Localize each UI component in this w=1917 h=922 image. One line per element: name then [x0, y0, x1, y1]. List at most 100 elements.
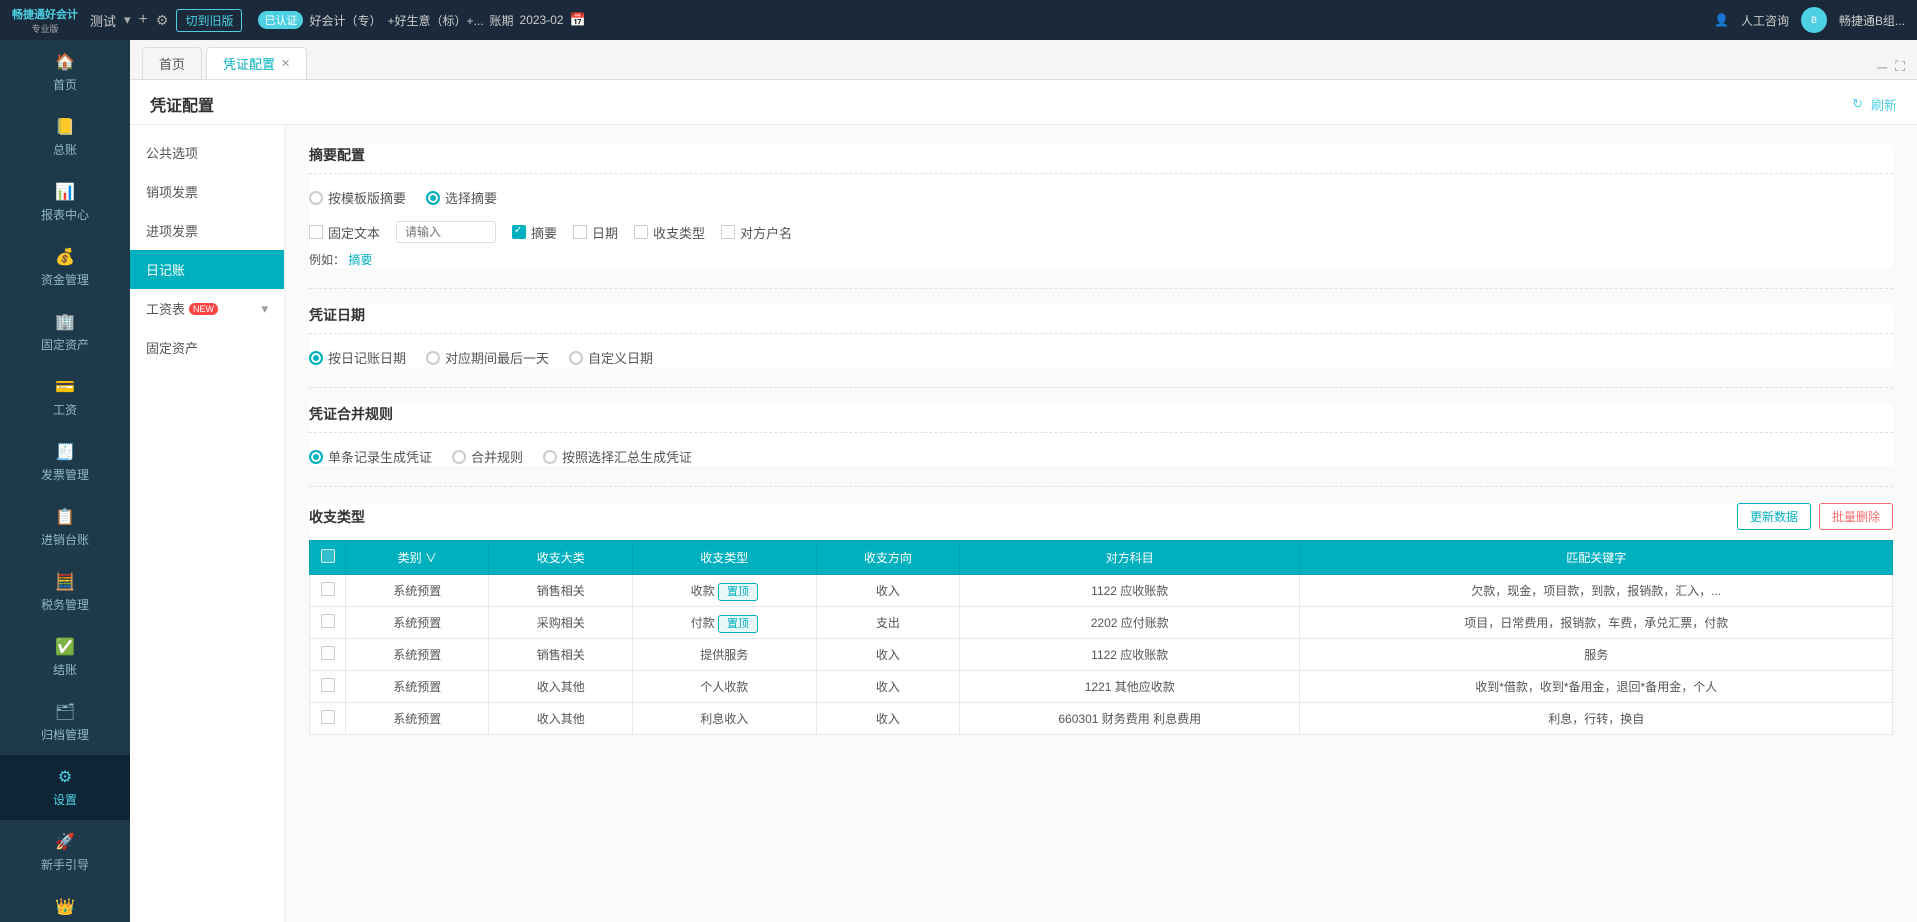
tab-voucher-config[interactable]: 凭证配置 ✕: [206, 47, 307, 79]
radio-template-dot: [309, 191, 323, 205]
tab-voucher-config-label: 凭证配置: [223, 54, 275, 73]
summary-checkbox[interactable]: 摘要: [512, 223, 557, 242]
update-data-button[interactable]: 更新数据: [1737, 503, 1811, 530]
th-category: 类别 ∨: [346, 541, 489, 575]
td-account-3: 1221 其他应收款: [960, 671, 1300, 703]
date-checkbox[interactable]: 日期: [573, 223, 618, 242]
date-radio-lastday[interactable]: 对应期间最后一天: [426, 348, 549, 367]
td-checkbox-1[interactable]: [310, 607, 346, 639]
tab-bar: 首页 凭证配置 ✕ ─ ⛶: [130, 40, 1917, 80]
left-nav-item-journal[interactable]: 日记账: [130, 250, 284, 289]
left-nav-label-payroll: 工资表 NEW: [146, 299, 218, 318]
merge-radio-summary-label: 按照选择汇总生成凭证: [562, 447, 692, 466]
left-nav-label-purchase-invoice: 进项发票: [146, 221, 198, 240]
date-radio-journal[interactable]: 按日记账日期: [309, 348, 406, 367]
refresh-label: 刷新: [1871, 95, 1897, 114]
td-direction-4: 收入: [816, 703, 959, 735]
left-nav-item-sales-invoice[interactable]: 销项发票: [130, 172, 284, 211]
sidebar-item-settle[interactable]: ✅ 结账: [0, 625, 130, 690]
sidebar-item-home[interactable]: 🏠 首页: [0, 40, 130, 105]
left-nav-item-payroll[interactable]: 工资表 NEW ▾: [130, 289, 284, 328]
refresh-action[interactable]: ↻ 刷新: [1852, 95, 1897, 114]
td-major-4: 收入其他: [489, 703, 632, 735]
maximize-icon[interactable]: ⛶: [1895, 58, 1905, 75]
batch-delete-button[interactable]: 批量删除: [1819, 503, 1893, 530]
sidebar-item-tax[interactable]: 🧮 税务管理: [0, 560, 130, 625]
td-account-1: 2202 应付账款: [960, 607, 1300, 639]
settle-icon: ✅: [55, 637, 75, 657]
radio-template-label: 按模板版摘要: [328, 188, 406, 207]
td-category-0: 系统预置: [346, 575, 489, 607]
archive-icon: 🗂: [55, 702, 75, 722]
settings-icon: ⚙: [58, 767, 72, 787]
sidebar-item-funds[interactable]: 💰 资金管理: [0, 235, 130, 300]
td-checkbox-4[interactable]: [310, 703, 346, 735]
minimize-icon[interactable]: ─: [1877, 59, 1887, 75]
sidebar-item-invoice[interactable]: 🧾 发票管理: [0, 430, 130, 495]
sidebar-item-settings[interactable]: ⚙ 设置: [0, 755, 130, 820]
td-checkbox-0[interactable]: [310, 575, 346, 607]
sidebar-item-guide[interactable]: 🚀 新手引导: [0, 820, 130, 885]
sidebar-label-settings: 设置: [53, 791, 77, 808]
dropdown-arrow-icon[interactable]: ▾: [124, 12, 131, 28]
summary-radio-template[interactable]: 按模板版摘要: [309, 188, 406, 207]
gear-icon[interactable]: ⚙: [156, 12, 169, 29]
sidebar-item-reports[interactable]: 📊 报表中心: [0, 170, 130, 235]
period-value: 2023-02: [520, 13, 564, 27]
td-checkbox-3[interactable]: [310, 671, 346, 703]
th-checkbox[interactable]: [310, 541, 346, 575]
avatar[interactable]: B: [1801, 7, 1827, 33]
td-category-1: 系统预置: [346, 607, 489, 639]
merge-radio-merge[interactable]: 合并规则: [452, 447, 523, 466]
date-radio-custom[interactable]: 自定义日期: [569, 348, 653, 367]
td-keywords-0: 欠款，现金，项目款，到款，报销款，汇入，...: [1300, 575, 1893, 607]
sidebar-label-invoice: 发票管理: [41, 466, 89, 483]
sidebar-item-assets[interactable]: 🏢 固定资产: [0, 300, 130, 365]
sidebar-label-home: 首页: [53, 76, 77, 93]
merge-radio-single[interactable]: 单条记录生成凭证: [309, 447, 432, 466]
sidebar-label-archive: 归档管理: [41, 726, 89, 743]
company-logo: 畅捷通好会计 专业版: [12, 6, 78, 35]
td-direction-2: 收入: [816, 639, 959, 671]
type-tag-1[interactable]: 置顶: [718, 615, 758, 633]
left-nav-item-public[interactable]: 公共选项: [130, 133, 284, 172]
tab-close-icon[interactable]: ✕: [281, 57, 290, 70]
tab-home[interactable]: 首页: [142, 47, 202, 79]
summary-checkbox-row: 固定文本 摘要 日期 收支类型: [309, 221, 1893, 243]
top-bar-right: 👤 人工咨询 B 畅捷通B组...: [1714, 7, 1905, 33]
td-checkbox-2[interactable]: [310, 639, 346, 671]
sidebar-item-salary[interactable]: 💳 工资: [0, 365, 130, 430]
sidebar-item-member[interactable]: 👑 畅会员: [0, 885, 130, 922]
td-keywords-2: 服务: [1300, 639, 1893, 671]
purchase-icon: 📋: [55, 507, 75, 527]
td-type-3: 个人收款: [632, 671, 816, 703]
sidebar-item-purchase[interactable]: 📋 进销台账: [0, 495, 130, 560]
sidebar-item-archive[interactable]: 🗂 归档管理: [0, 690, 130, 755]
merge-radio-summary[interactable]: 按照选择汇总生成凭证: [543, 447, 692, 466]
fixed-text-checkbox[interactable]: 固定文本: [309, 223, 380, 242]
summary-radio-select[interactable]: 选择摘要: [426, 188, 497, 207]
type-tag-0[interactable]: 置顶: [718, 583, 758, 601]
sidebar-item-ledger[interactable]: 📒 总账: [0, 105, 130, 170]
payment-type-checkbox[interactable]: 收支类型: [634, 223, 705, 242]
counterparty-checkbox[interactable]: 对方户名: [721, 223, 792, 242]
payroll-expand-icon[interactable]: ▾: [261, 301, 268, 317]
calendar-icon[interactable]: 📅: [570, 12, 586, 28]
support-label[interactable]: 人工咨询: [1741, 12, 1789, 29]
merge-rules-section: 凭证合并规则 单条记录生成凭证 合并规则 按照选择汇总生成凭证: [309, 404, 1893, 466]
left-nav-item-purchase-invoice[interactable]: 进项发票: [130, 211, 284, 250]
fixed-text-input[interactable]: [396, 221, 496, 243]
sidebar-label-purchase: 进销台账: [41, 531, 89, 548]
th-account: 对方科目: [960, 541, 1300, 575]
add-icon[interactable]: +: [139, 11, 148, 29]
user-name[interactable]: 畅捷通B组...: [1839, 12, 1905, 29]
td-direction-0: 收入: [816, 575, 959, 607]
td-keywords-1: 项目，日常费用，报销款，车费，承兑汇票，付款: [1300, 607, 1893, 639]
switch-old-version-button[interactable]: 切到旧版: [176, 9, 242, 32]
summary-config-section: 摘要配置 按模板版摘要 选择摘要: [309, 145, 1893, 268]
select-all-checkbox[interactable]: [321, 549, 335, 563]
left-nav-label-journal: 日记账: [146, 260, 185, 279]
left-nav-item-fixed-assets[interactable]: 固定资产: [130, 328, 284, 367]
td-major-1: 采购相关: [489, 607, 632, 639]
sidebar: 🏠 首页 📒 总账 📊 报表中心 💰 资金管理 🏢 固定资产 💳 工资 🧾 发票…: [0, 40, 130, 922]
